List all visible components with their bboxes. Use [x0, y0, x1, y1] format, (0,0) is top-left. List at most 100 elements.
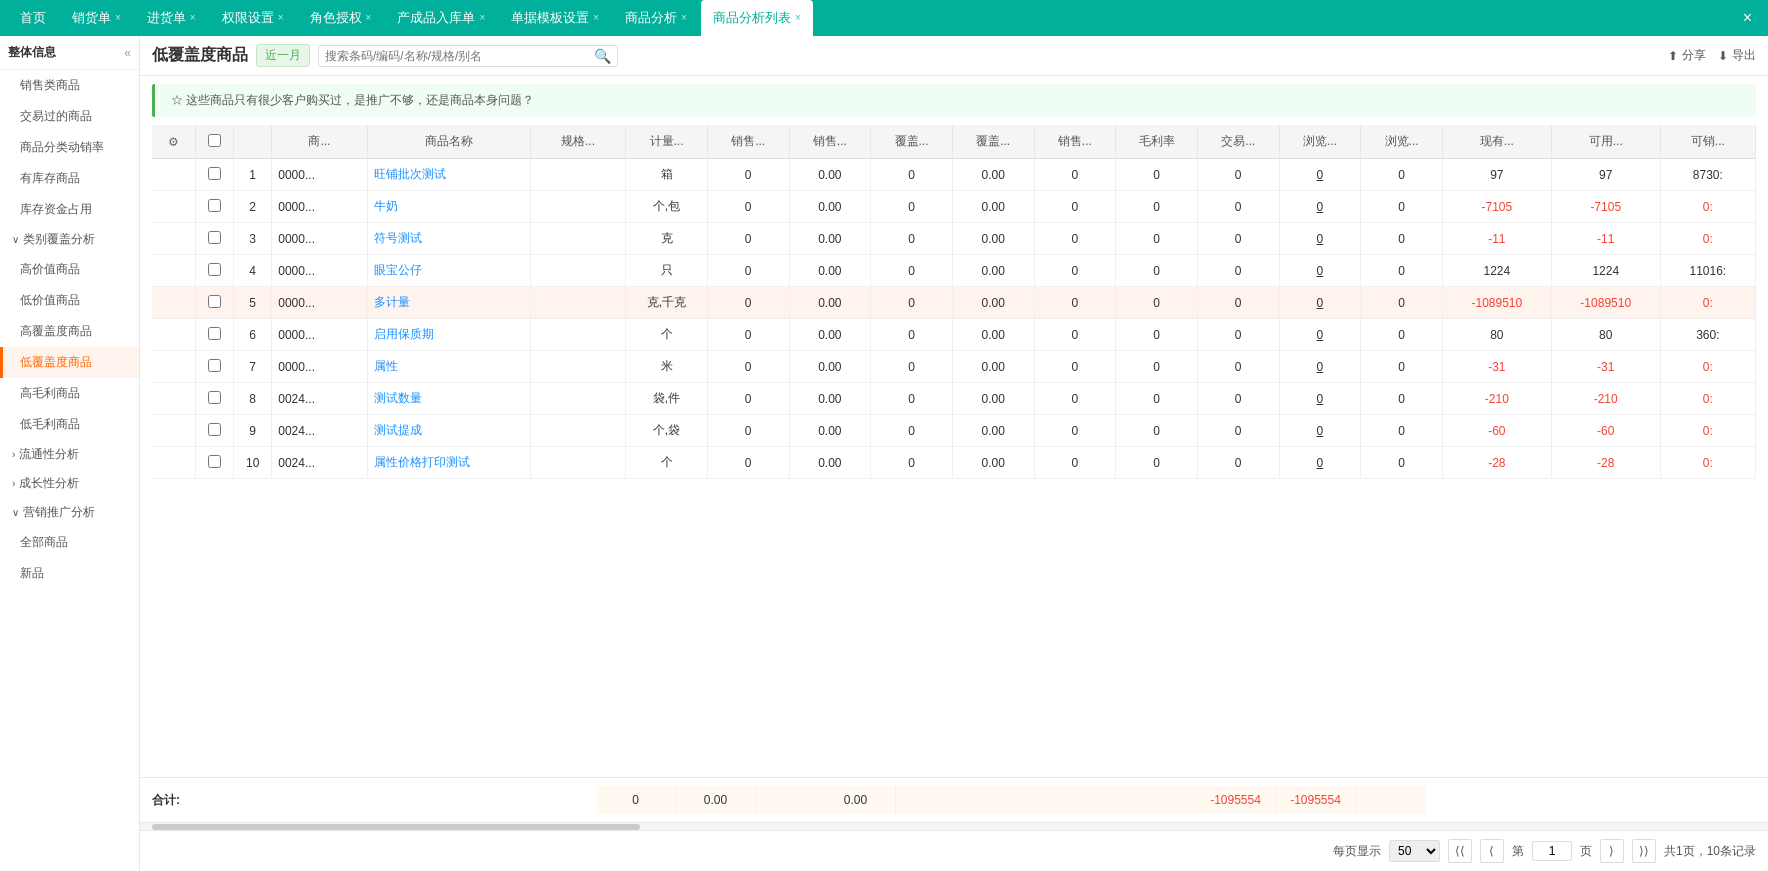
- first-page-button[interactable]: ⟨⟨: [1448, 839, 1472, 863]
- sidebar-group-circulation[interactable]: › 流通性分析: [0, 440, 139, 469]
- sidebar-item-all-goods[interactable]: 全部商品: [0, 527, 139, 558]
- sidebar-collapse-icon[interactable]: «: [124, 46, 131, 60]
- period-button[interactable]: 近一月: [256, 44, 310, 67]
- sidebar-item-low-value[interactable]: 低价值商品: [0, 285, 139, 316]
- row-current-stock-7: -210: [1442, 383, 1551, 415]
- sidebar-group-growth[interactable]: › 成长性分析: [0, 469, 139, 498]
- row-browse1-7[interactable]: 0: [1279, 383, 1361, 415]
- sidebar-item-has-stock[interactable]: 有库存商品: [0, 163, 139, 194]
- close-tab-role[interactable]: ×: [366, 0, 372, 36]
- select-all-checkbox[interactable]: [208, 134, 221, 147]
- sidebar-group-marketing[interactable]: ∨ 营销推广分析: [0, 498, 139, 527]
- close-tab-permissions[interactable]: ×: [278, 0, 284, 36]
- table-row: 2 0000... 牛奶 个,包 0 0.00 0 0.00 0 0 0 0 0…: [152, 191, 1756, 223]
- tab-sales[interactable]: 销货单 ×: [60, 0, 133, 36]
- row-checkbox-0[interactable]: [196, 159, 234, 191]
- prev-page-button[interactable]: ⟨: [1480, 839, 1504, 863]
- export-button[interactable]: ⬇ 导出: [1718, 47, 1756, 64]
- row-name-6[interactable]: 属性: [367, 351, 530, 383]
- row-name-9[interactable]: 属性价格打印测试: [367, 447, 530, 479]
- tab-template[interactable]: 单据模板设置 ×: [499, 0, 611, 36]
- sidebar-item-sales-goods[interactable]: 销售类商品: [0, 70, 139, 101]
- row-browse1-5[interactable]: 0: [1279, 319, 1361, 351]
- row-code-4: 0000...: [272, 287, 367, 319]
- tab-purchase[interactable]: 进货单 ×: [135, 0, 208, 36]
- row-browse1-3[interactable]: 0: [1279, 255, 1361, 287]
- footer-current-stock: -1095554: [1196, 786, 1276, 814]
- close-tab-product-entry[interactable]: ×: [479, 0, 485, 36]
- row-name-2[interactable]: 符号测试: [367, 223, 530, 255]
- row-settings-6: [152, 351, 196, 383]
- next-page-button[interactable]: ⟩: [1600, 839, 1624, 863]
- page-size-select[interactable]: 50 20 100 200: [1389, 840, 1440, 862]
- row-sellable-7: 0:: [1660, 383, 1755, 415]
- row-sales-qty-4: 0: [707, 287, 789, 319]
- tab-permissions[interactable]: 权限设置 ×: [210, 0, 296, 36]
- row-name-1[interactable]: 牛奶: [367, 191, 530, 223]
- row-name-4[interactable]: 多计量: [367, 287, 530, 319]
- close-tab-analysis[interactable]: ×: [681, 0, 687, 36]
- row-name-8[interactable]: 测试提成: [367, 415, 530, 447]
- col-sales-detail-header: 销售...: [1034, 125, 1116, 159]
- row-browse1-9[interactable]: 0: [1279, 447, 1361, 479]
- close-tab-analysis-list[interactable]: ×: [795, 0, 801, 36]
- close-tab-sales[interactable]: ×: [115, 0, 121, 36]
- row-checkbox-2[interactable]: [196, 223, 234, 255]
- tab-analysis[interactable]: 商品分析 ×: [613, 0, 699, 36]
- row-browse1-2[interactable]: 0: [1279, 223, 1361, 255]
- row-checkbox-6[interactable]: [196, 351, 234, 383]
- sidebar-item-high-profit[interactable]: 高毛利商品: [0, 378, 139, 409]
- row-browse1-1[interactable]: 0: [1279, 191, 1361, 223]
- sidebar-group-coverage[interactable]: ∨ 类别覆盖分析: [0, 225, 139, 254]
- sidebar-item-traded-goods[interactable]: 交易过的商品: [0, 101, 139, 132]
- row-name-3[interactable]: 眼宝公仔: [367, 255, 530, 287]
- row-browse1-8[interactable]: 0: [1279, 415, 1361, 447]
- row-browse1-6[interactable]: 0: [1279, 351, 1361, 383]
- table-row: 7 0000... 属性 米 0 0.00 0 0.00 0 0 0 0 0 -…: [152, 351, 1756, 383]
- sidebar-item-stock-fund[interactable]: 库存资金占用: [0, 194, 139, 225]
- row-name-7[interactable]: 测试数量: [367, 383, 530, 415]
- row-browse1-4[interactable]: 0: [1279, 287, 1361, 319]
- row-coverage2-8: 0.00: [952, 415, 1034, 447]
- sidebar-item-new-goods[interactable]: 新品: [0, 558, 139, 589]
- sidebar-item-low-profit[interactable]: 低毛利商品: [0, 409, 139, 440]
- row-name-5[interactable]: 启用保质期: [367, 319, 530, 351]
- row-available-1: -7105: [1551, 191, 1660, 223]
- sidebar-header-label: 整体信息: [8, 44, 56, 61]
- row-sales-detail-7: 0: [1034, 383, 1116, 415]
- footer-sales-qty: 0: [596, 786, 676, 814]
- row-checkbox-4[interactable]: [196, 287, 234, 319]
- sidebar-item-high-value[interactable]: 高价值商品: [0, 254, 139, 285]
- row-coverage2-6: 0.00: [952, 351, 1034, 383]
- search-input[interactable]: [325, 49, 590, 63]
- close-tab-purchase[interactable]: ×: [190, 0, 196, 36]
- row-browse1-0[interactable]: 0: [1279, 159, 1361, 191]
- sidebar-item-high-coverage[interactable]: 高覆盖度商品: [0, 316, 139, 347]
- row-checkbox-8[interactable]: [196, 415, 234, 447]
- close-tab-template[interactable]: ×: [593, 0, 599, 36]
- tab-product-entry[interactable]: 产成品入库单 ×: [385, 0, 497, 36]
- row-settings-1: [152, 191, 196, 223]
- search-icon[interactable]: 🔍: [594, 48, 611, 64]
- row-checkbox-1[interactable]: [196, 191, 234, 223]
- col-trade-header: 交易...: [1197, 125, 1279, 159]
- sidebar-item-low-coverage[interactable]: 低覆盖度商品: [0, 347, 139, 378]
- row-name-0[interactable]: 旺铺批次测试: [367, 159, 530, 191]
- tab-role[interactable]: 角色授权 ×: [298, 0, 384, 36]
- row-spec-4: [530, 287, 625, 319]
- tab-home[interactable]: 首页: [8, 0, 58, 36]
- row-checkbox-5[interactable]: [196, 319, 234, 351]
- row-trade-9: 0: [1197, 447, 1279, 479]
- share-button[interactable]: ⬆ 分享: [1668, 47, 1706, 64]
- close-all-tabs-button[interactable]: ×: [1735, 9, 1760, 27]
- row-checkbox-7[interactable]: [196, 383, 234, 415]
- sidebar-item-category-rate[interactable]: 商品分类动销率: [0, 132, 139, 163]
- last-page-button[interactable]: ⟩⟩: [1632, 839, 1656, 863]
- tab-analysis-list[interactable]: 商品分析列表 ×: [701, 0, 813, 36]
- row-checkbox-3[interactable]: [196, 255, 234, 287]
- row-coverage1-4: 0: [871, 287, 953, 319]
- col-settings[interactable]: ⚙: [152, 125, 196, 159]
- row-checkbox-9[interactable]: [196, 447, 234, 479]
- current-page-input[interactable]: [1532, 841, 1572, 861]
- row-gross-margin-1: 0: [1116, 191, 1198, 223]
